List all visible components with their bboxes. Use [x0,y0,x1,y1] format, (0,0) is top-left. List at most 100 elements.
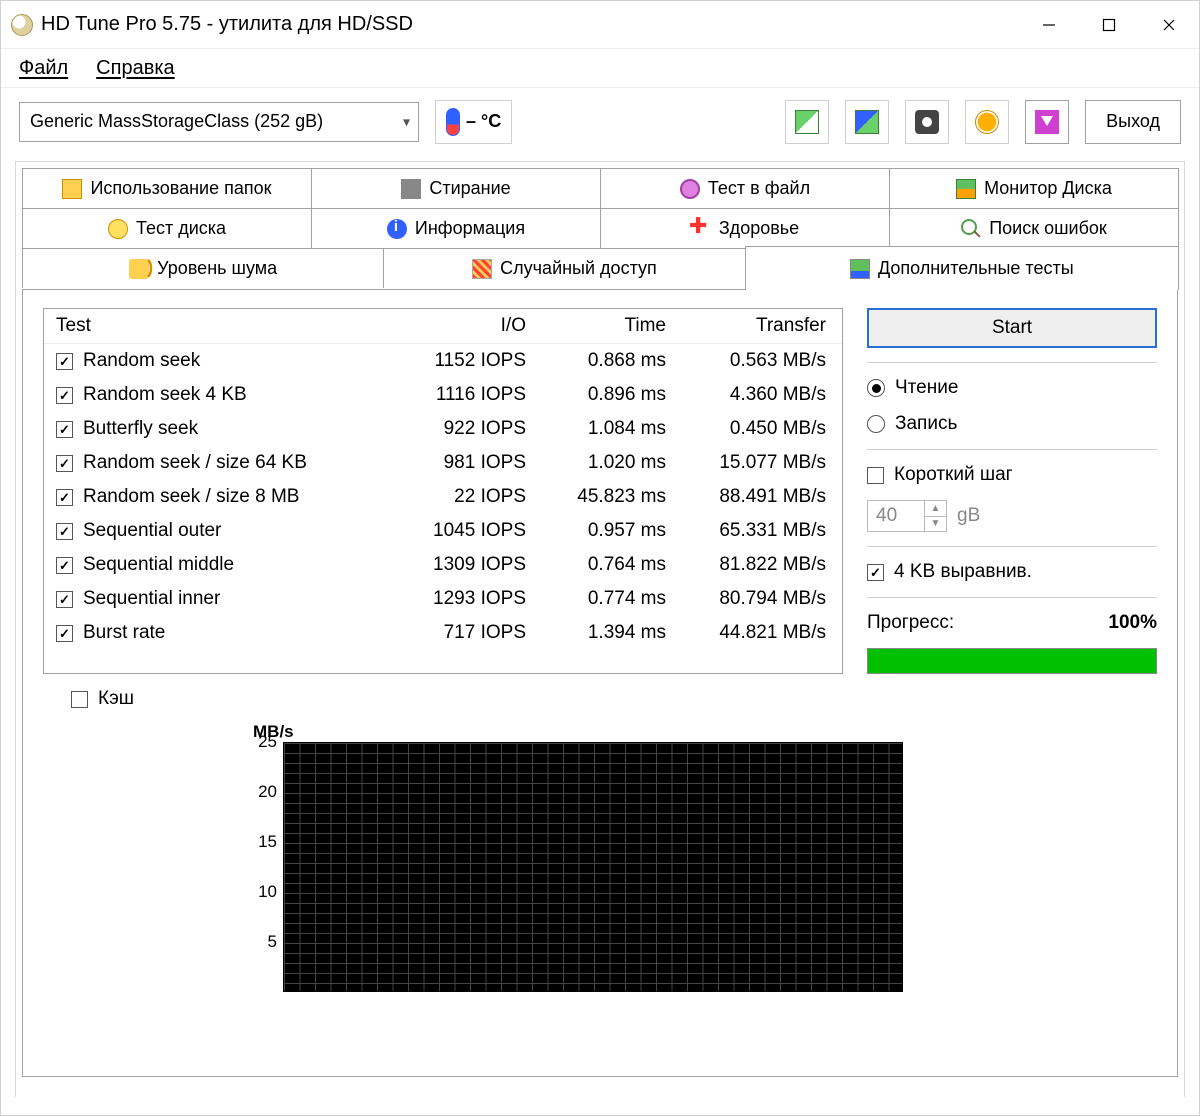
spinner-value: 40 [876,505,897,527]
start-button[interactable]: Start [867,308,1157,348]
tab-benchmark[interactable]: Тест диска [22,208,312,248]
temperature-box: – °C [435,100,512,144]
row-checkbox[interactable] [56,353,73,370]
trash-icon [401,179,421,199]
test-transfer: 81.822 MB/s [666,554,826,576]
tab-error-scan[interactable]: Поиск ошибок [889,208,1179,248]
test-time: 0.957 ms [526,520,666,542]
chart-ytick: 25 [258,732,277,752]
radio-icon [867,379,885,397]
transfer-chart: MB/s 510152025 [223,724,913,1014]
tab-folder-usage[interactable]: Использование папок [22,168,312,208]
maximize-button[interactable] [1079,1,1139,48]
radio-icon [867,415,885,433]
tab-info[interactable]: Информация [311,208,601,248]
content-frame: Использование папок Стирание Тест в файл… [15,161,1185,1097]
row-checkbox[interactable] [56,489,73,506]
copy-results-button[interactable] [785,100,829,144]
table-row: Sequential outer1045 IOPS0.957 ms65.331 … [44,514,842,548]
window-title: HD Tune Pro 5.75 - утилита для HD/SSD [41,13,1019,36]
cache-checkbox[interactable]: Кэш [71,688,1157,710]
tab-label: Уровень шума [157,258,277,279]
radio-label: Запись [895,413,957,435]
test-io: 1045 IOPS [376,520,526,542]
tab-health[interactable]: Здоровье [600,208,890,248]
tab-file-test[interactable]: Тест в файл [600,168,890,208]
tab-extra-tests[interactable]: Дополнительные тесты [745,246,1179,290]
temperature-value: – °C [466,111,501,132]
header-time: Time [526,315,666,337]
chevron-down-icon: ▾ [403,113,410,130]
tab-disk-monitor[interactable]: Монитор Диска [889,168,1179,208]
row-checkbox[interactable] [56,523,73,540]
test-io: 22 IOPS [376,486,526,508]
screenshot-button[interactable] [905,100,949,144]
copy-info-button[interactable] [845,100,889,144]
mode-read-radio[interactable]: Чтение [867,377,1157,399]
test-time: 0.764 ms [526,554,666,576]
exit-button[interactable]: Выход [1085,100,1181,144]
gears-icon [975,110,999,134]
test-time: 0.774 ms [526,588,666,610]
table-row: Random seek 4 KB1116 IOPS0.896 ms4.360 M… [44,378,842,412]
align-4kb-checkbox[interactable]: 4 KB выравнив. [867,561,1157,583]
row-checkbox[interactable] [56,421,73,438]
close-icon [1162,18,1176,32]
test-io: 1309 IOPS [376,554,526,576]
test-time: 0.868 ms [526,350,666,372]
row-checkbox[interactable] [56,557,73,574]
test-io: 981 IOPS [376,452,526,474]
tab-label: Стирание [429,178,510,199]
table-row: Random seek / size 8 MB22 IOPS45.823 ms8… [44,480,842,514]
health-icon [691,219,711,239]
test-time: 45.823 ms [526,486,666,508]
device-select[interactable]: Generic MassStorageClass (252 gB) ▾ [19,102,419,142]
thermometer-icon [446,108,460,136]
minimize-button[interactable] [1019,1,1079,48]
short-stroke-size-spinner[interactable]: 40 ▲▼ gB [867,500,1157,532]
device-select-value: Generic MassStorageClass (252 gB) [30,111,323,132]
chart-icon [956,179,976,199]
row-checkbox[interactable] [56,625,73,642]
tab-random-access[interactable]: Случайный доступ [383,248,745,288]
tab-label: Информация [415,218,525,239]
header-transfer: Transfer [666,315,826,337]
row-checkbox[interactable] [56,455,73,472]
chevron-up-icon: ▲ [925,501,946,517]
maximize-icon [1102,18,1116,32]
tab-erase[interactable]: Стирание [311,168,601,208]
test-io: 717 IOPS [376,622,526,644]
copy-icon [795,110,819,134]
test-name: Random seek / size 64 KB [83,452,307,474]
short-stroke-checkbox[interactable]: Короткий шаг [867,464,1157,486]
close-button[interactable] [1139,1,1199,48]
table-row: Sequential middle1309 IOPS0.764 ms81.822… [44,548,842,582]
titlebar: HD Tune Pro 5.75 - утилита для HD/SSD [1,1,1199,49]
test-transfer: 80.794 MB/s [666,588,826,610]
progress-label-text: Прогресс: [867,612,954,634]
test-transfer: 0.563 MB/s [666,350,826,372]
speaker-icon [129,259,149,279]
menu-help[interactable]: Справка [96,57,174,80]
menu-file[interactable]: Файл [19,57,68,80]
test-transfer: 65.331 MB/s [666,520,826,542]
mode-write-radio[interactable]: Запись [867,413,1157,435]
toolbar: Generic MassStorageClass (252 gB) ▾ – °C… [1,87,1199,155]
row-checkbox[interactable] [56,591,73,608]
row-checkbox[interactable] [56,387,73,404]
test-name: Random seek 4 KB [83,384,247,406]
folder-icon [62,179,82,199]
minimize-icon [1042,18,1056,32]
save-button[interactable] [1025,100,1069,144]
tab-noise[interactable]: Уровень шума [22,248,384,288]
checkbox-label: 4 KB выравнив. [894,561,1032,583]
checkbox-icon [71,691,88,708]
table-row: Random seek / size 64 KB981 IOPS1.020 ms… [44,446,842,480]
spinner-arrows[interactable]: ▲▼ [924,501,946,531]
chevron-down-icon: ▼ [925,517,946,532]
header-test: Test [56,315,376,337]
tab-label: Тест в файл [708,178,810,199]
search-icon [961,219,981,239]
test-name: Butterfly seek [83,418,198,440]
options-button[interactable] [965,100,1009,144]
